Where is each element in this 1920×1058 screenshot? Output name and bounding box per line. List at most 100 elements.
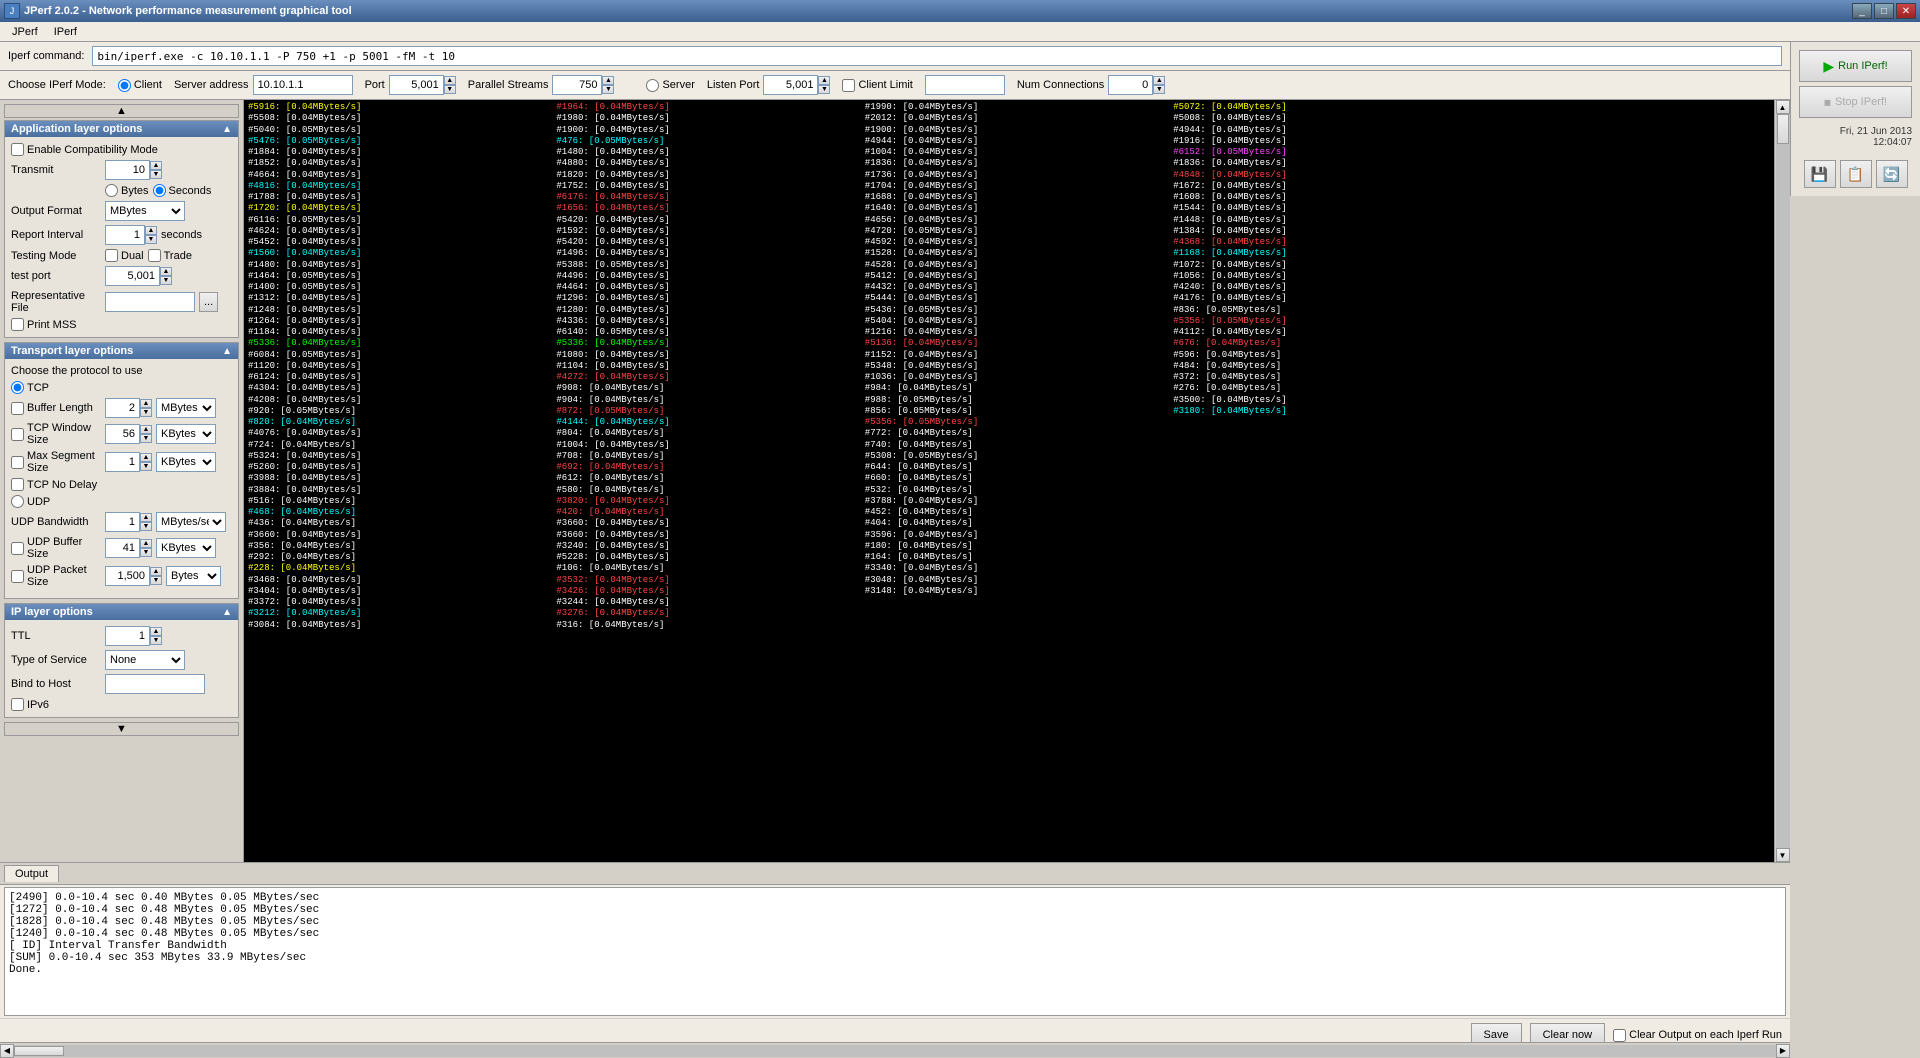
transmit-spin-down[interactable]: ▼ <box>150 170 162 179</box>
udp-radio[interactable]: UDP <box>11 495 232 508</box>
bytes-radio[interactable]: Bytes <box>105 184 149 197</box>
buflength-spin-down[interactable]: ▼ <box>140 408 152 417</box>
print-mss-checkbox[interactable]: Print MSS <box>11 318 232 331</box>
buffer-length-input[interactable] <box>105 398 140 418</box>
transmit-spin-up[interactable]: ▲ <box>150 161 162 170</box>
udppkt-spin-down[interactable]: ▼ <box>150 576 162 585</box>
menu-iperf[interactable]: IPerf <box>46 24 85 40</box>
rep-file-browse[interactable]: ... <box>199 292 218 312</box>
tos-select[interactable]: None Low Delay Throughput Reliability <box>105 650 185 670</box>
enable-compat-check[interactable] <box>11 143 24 156</box>
minimize-button[interactable]: _ <box>1852 3 1872 19</box>
report-spin-down[interactable]: ▼ <box>145 235 157 244</box>
dual-check[interactable] <box>105 249 118 262</box>
udp-packet-unit-select[interactable]: BytesKBytes <box>166 566 221 586</box>
window-controls[interactable]: _ □ ✕ <box>1852 3 1916 19</box>
client-limit-checkbox[interactable]: Client Limit <box>842 79 912 92</box>
output-format-select[interactable]: MBytes Bytes KBytes GBytes <box>105 201 185 221</box>
ip-layer-header[interactable]: IP layer options ▲ <box>5 604 238 620</box>
udp-buffer-input[interactable] <box>105 538 140 558</box>
save-icon-button[interactable]: 💾 <box>1804 160 1836 188</box>
tcp-window-unit-select[interactable]: KBytesMBytesBytes <box>156 424 216 444</box>
server-address-input[interactable] <box>253 75 353 95</box>
ttl-spin-up[interactable]: ▲ <box>150 627 162 636</box>
scroll-thumb[interactable] <box>1777 114 1789 144</box>
horizontal-scrollbar[interactable]: ◀ ▶ <box>0 1042 1790 1058</box>
udp-buffer-checkbox[interactable]: UDP Buffer Size <box>11 536 101 560</box>
max-segment-input[interactable] <box>105 452 140 472</box>
udp-packet-input[interactable] <box>105 566 150 586</box>
scroll-left-arrow[interactable]: ◀ <box>0 1044 14 1058</box>
listen-spin-down[interactable]: ▼ <box>818 85 830 94</box>
clear-each-run-checkbox[interactable]: Clear Output on each Iperf Run <box>1613 1029 1782 1042</box>
scroll-down-button[interactable]: ▼ <box>4 722 239 736</box>
scroll-down-arrow[interactable]: ▼ <box>1776 848 1790 862</box>
scroll-up-button[interactable]: ▲ <box>4 104 239 118</box>
maxseg-spin-down[interactable]: ▼ <box>140 462 152 471</box>
enable-compat-checkbox[interactable]: Enable Compatibility Mode <box>11 143 232 156</box>
seconds-radio[interactable]: Seconds <box>153 184 212 197</box>
report-spin-up[interactable]: ▲ <box>145 226 157 235</box>
port-spin-down[interactable]: ▼ <box>444 85 456 94</box>
maxseg-spin-up[interactable]: ▲ <box>140 453 152 462</box>
client-limit-input[interactable] <box>925 75 1005 95</box>
numconn-spin-down[interactable]: ▼ <box>1153 85 1165 94</box>
max-segment-unit-select[interactable]: KBytesMBytesBytes <box>156 452 216 472</box>
maximize-button[interactable]: □ <box>1874 3 1894 19</box>
ipv6-checkbox[interactable]: IPv6 <box>11 698 232 711</box>
stop-iperf-button[interactable]: ⏹ Stop IPerf! <box>1799 86 1912 118</box>
tcp-window-checkbox[interactable]: TCP Window Size <box>11 422 101 446</box>
tcp-window-input[interactable] <box>105 424 140 444</box>
num-connections-input[interactable] <box>1108 75 1153 95</box>
bind-host-input[interactable] <box>105 674 205 694</box>
tcp-radio-input[interactable] <box>11 381 24 394</box>
buffer-length-check[interactable] <box>11 402 24 415</box>
udp-bandwidth-unit-select[interactable]: MBytes/secKBytes/sec <box>156 512 226 532</box>
iperf-command-input[interactable] <box>92 46 1782 66</box>
ttl-spin-down[interactable]: ▼ <box>150 636 162 645</box>
udpbuf-spin-up[interactable]: ▲ <box>140 539 152 548</box>
udp-bandwidth-input[interactable] <box>105 512 140 532</box>
bytes-radio-input[interactable] <box>105 184 118 197</box>
port-input[interactable] <box>389 75 444 95</box>
copy-icon-button[interactable]: 📋 <box>1840 160 1872 188</box>
buflength-spin-up[interactable]: ▲ <box>140 399 152 408</box>
testport-spin-up[interactable]: ▲ <box>160 267 172 276</box>
parallel-spin-down[interactable]: ▼ <box>602 85 614 94</box>
udpbuf-spin-down[interactable]: ▼ <box>140 548 152 557</box>
close-button[interactable]: ✕ <box>1896 3 1916 19</box>
udpbw-spin-down[interactable]: ▼ <box>140 522 152 531</box>
dual-checkbox[interactable]: Dual <box>105 249 144 262</box>
scroll-up-arrow[interactable]: ▲ <box>1776 100 1790 114</box>
transmit-input[interactable] <box>105 160 150 180</box>
output-tab[interactable]: Output <box>4 865 59 882</box>
udp-packet-check[interactable] <box>11 570 24 583</box>
report-interval-input[interactable] <box>105 225 145 245</box>
transport-layer-header[interactable]: Transport layer options ▲ <box>5 343 238 359</box>
buffer-length-checkbox[interactable]: Buffer Length <box>11 402 101 415</box>
tcp-window-check[interactable] <box>11 428 24 441</box>
numconn-spin-up[interactable]: ▲ <box>1153 76 1165 85</box>
vertical-scrollbar[interactable]: ▲ ▼ <box>1774 100 1790 862</box>
ipv6-check[interactable] <box>11 698 24 711</box>
server-radio-input[interactable] <box>646 79 659 92</box>
max-segment-checkbox[interactable]: Max Segment Size <box>11 450 101 474</box>
h-scroll-thumb[interactable] <box>14 1046 64 1056</box>
udpbw-spin-up[interactable]: ▲ <box>140 513 152 522</box>
trade-checkbox[interactable]: Trade <box>148 249 192 262</box>
ttl-input[interactable] <box>105 626 150 646</box>
test-port-input[interactable] <box>105 266 160 286</box>
refresh-icon-button[interactable]: 🔄 <box>1876 160 1908 188</box>
testport-spin-down[interactable]: ▼ <box>160 276 172 285</box>
tcp-no-delay-checkbox[interactable]: TCP No Delay <box>11 478 232 491</box>
ip-layer-toggle[interactable]: ▲ <box>222 607 232 618</box>
transport-layer-toggle[interactable]: ▲ <box>222 346 232 357</box>
seconds-radio-input[interactable] <box>153 184 166 197</box>
port-spin-up[interactable]: ▲ <box>444 76 456 85</box>
app-layer-toggle[interactable]: ▲ <box>222 124 232 135</box>
buffer-length-unit-select[interactable]: MBytesKBytesBytes <box>156 398 216 418</box>
clear-each-run-check[interactable] <box>1613 1029 1626 1042</box>
tcp-radio[interactable]: TCP <box>11 381 232 394</box>
rep-file-input[interactable] <box>105 292 195 312</box>
tcpwin-spin-up[interactable]: ▲ <box>140 425 152 434</box>
